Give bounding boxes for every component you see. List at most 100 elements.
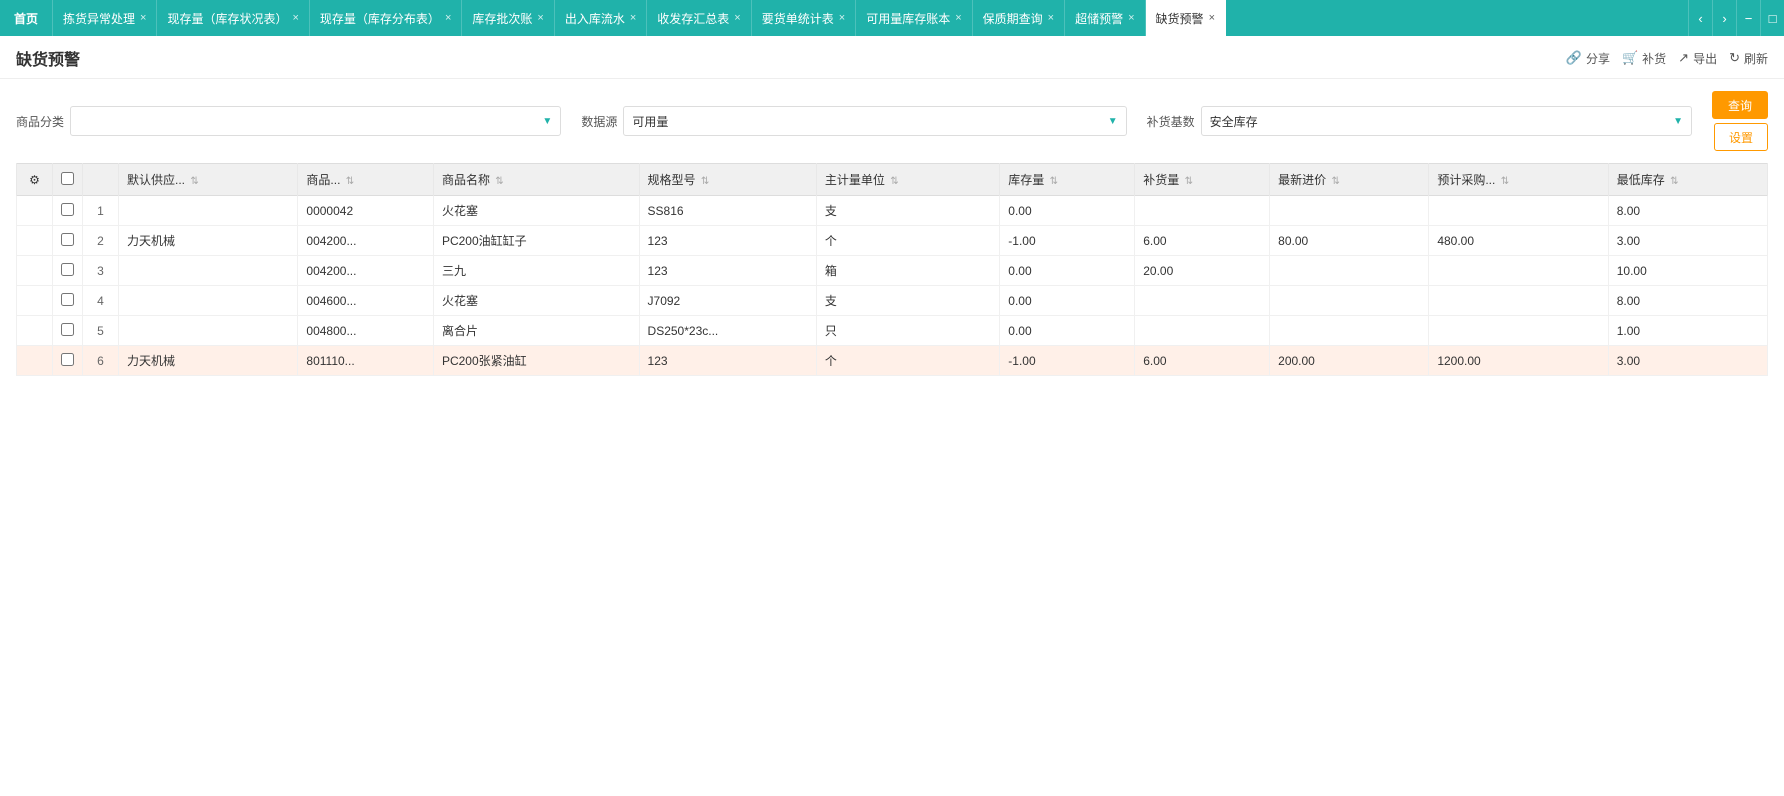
col-header-check[interactable] [53,164,83,196]
row-check-cell[interactable] [53,286,83,316]
refresh-button[interactable]: ↻ 刷新 [1729,50,1768,67]
row-stock-cell: 0.00 [1000,316,1135,346]
page-title: 缺货预警 [16,46,80,70]
query-button[interactable]: 查询 [1712,91,1768,119]
tab-10-label: 超储预警 [1075,10,1123,27]
row-replenish-cell: 20.00 [1135,256,1270,286]
tab-3-close[interactable]: × [445,12,451,24]
row-checkbox-5[interactable] [61,353,74,366]
tab-10[interactable]: 超储预警 × [1065,0,1145,36]
row-stock-cell: -1.00 [1000,226,1135,256]
replenish-button[interactable]: 🛒 补货 [1622,50,1666,67]
row-check-cell[interactable] [53,346,83,376]
table-row: 5 004800... 离合片 DS250*23c... 只 0.00 1.00 [17,316,1768,346]
share-button[interactable]: 🔗 分享 [1566,50,1610,67]
row-stock-cell: 0.00 [1000,196,1135,226]
export-icon: ↗ [1678,50,1689,66]
col-header-est-purchase[interactable]: 预计采购... ⇅ [1429,164,1608,196]
tab-home[interactable]: 首页 [0,0,53,36]
replenish-label: 补货 [1642,50,1666,67]
col-min-stock-label: 最低库存 [1617,173,1665,187]
col-header-min-stock[interactable]: 最低库存 ⇅ [1608,164,1767,196]
tab-8-close[interactable]: × [955,12,961,24]
settings-button[interactable]: 设置 [1714,123,1768,151]
tab-2-close[interactable]: × [292,12,298,24]
tab-prev-button[interactable]: ‹ [1688,0,1712,36]
col-header-stock[interactable]: 库存量 ⇅ [1000,164,1135,196]
row-latest-price-cell [1270,286,1429,316]
col-spec-label: 规格型号 [648,173,696,187]
tab-next-button[interactable]: › [1712,0,1736,36]
tab-9[interactable]: 保质期查询 × [973,0,1065,36]
tab-home-label: 首页 [14,10,38,27]
row-check-cell[interactable] [53,256,83,286]
table-row: 3 004200... 三九 123 箱 0.00 20.00 10.00 [17,256,1768,286]
table-row: 6 力天机械 801110... PC200张紧油缸 123 个 -1.00 6… [17,346,1768,376]
row-code-cell: 004600... [298,286,434,316]
tab-7[interactable]: 要货单统计表 × [752,0,856,36]
row-supplier-cell [119,286,298,316]
col-header-name[interactable]: 商品名称 ⇅ [433,164,639,196]
tab-4[interactable]: 库存批次账 × [462,0,554,36]
tab-1[interactable]: 拣货异常处理 × [53,0,157,36]
row-checkbox-0[interactable] [61,203,74,216]
row-spec-cell: J7092 [639,286,816,316]
filter-bar: 商品分类 ▼ 数据源 可用量 ▼ 补货基数 安全库存 ▼ 查询 设置 [0,79,1784,163]
tab-5[interactable]: 出入库流水 × [555,0,647,36]
row-code-cell: 801110... [298,346,434,376]
tab-11[interactable]: 缺货预警 × [1146,0,1226,36]
tab-8-label: 可用量库存账本 [866,10,950,27]
tab-6[interactable]: 收发存汇总表 × [647,0,751,36]
tab-5-close[interactable]: × [630,12,636,24]
row-name-cell: PC200张紧油缸 [433,346,639,376]
row-gear-cell [17,196,53,226]
col-supplier-label: 默认供应... [127,173,185,187]
tab-4-close[interactable]: × [537,12,543,24]
tab-minimize-button[interactable]: − [1736,0,1760,36]
tab-9-close[interactable]: × [1048,12,1054,24]
tab-7-close[interactable]: × [839,12,845,24]
tab-11-close[interactable]: × [1209,12,1215,24]
table-row: 4 004600... 火花塞 J7092 支 0.00 8.00 [17,286,1768,316]
row-est-purchase-cell: 480.00 [1429,226,1608,256]
row-spec-cell: 123 [639,346,816,376]
col-header-code[interactable]: 商品... ⇅ [298,164,434,196]
tab-11-label: 缺货预警 [1156,10,1204,27]
row-check-cell[interactable] [53,196,83,226]
tab-1-close[interactable]: × [140,12,146,24]
tab-7-label: 要货单统计表 [762,10,834,27]
row-check-cell[interactable] [53,316,83,346]
row-latest-price-cell: 200.00 [1270,346,1429,376]
row-checkbox-4[interactable] [61,323,74,336]
category-select[interactable]: ▼ [70,106,561,136]
tab-3[interactable]: 现存量（库存分布表） × [310,0,462,36]
tab-6-close[interactable]: × [734,12,740,24]
select-all-checkbox[interactable] [61,172,74,185]
tab-2[interactable]: 现存量（库存状况表） × [157,0,309,36]
row-check-cell[interactable] [53,226,83,256]
col-header-unit[interactable]: 主计量单位 ⇅ [816,164,999,196]
replenish-basis-select[interactable]: 安全库存 ▼ [1201,106,1692,136]
gear-icon: ⚙ [29,173,40,187]
row-checkbox-1[interactable] [61,233,74,246]
row-supplier-cell: 力天机械 [119,346,298,376]
row-spec-cell: 123 [639,256,816,286]
col-header-spec[interactable]: 规格型号 ⇅ [639,164,816,196]
tab-maximize-button[interactable]: □ [1760,0,1784,36]
tab-10-close[interactable]: × [1128,12,1134,24]
sort-name-icon: ⇅ [495,176,503,187]
row-checkbox-2[interactable] [61,263,74,276]
col-header-supplier[interactable]: 默认供应... ⇅ [119,164,298,196]
tab-8[interactable]: 可用量库存账本 × [856,0,972,36]
sort-code-icon: ⇅ [346,176,354,187]
sort-stock-icon: ⇅ [1050,176,1058,187]
col-header-replenish[interactable]: 补货量 ⇅ [1135,164,1270,196]
row-checkbox-3[interactable] [61,293,74,306]
col-name-label: 商品名称 [442,173,490,187]
col-header-gear[interactable]: ⚙ [17,164,53,196]
col-header-latest-price[interactable]: 最新进价 ⇅ [1270,164,1429,196]
sort-unit-icon: ⇅ [890,176,898,187]
row-latest-price-cell: 80.00 [1270,226,1429,256]
datasource-select[interactable]: 可用量 ▼ [623,106,1126,136]
export-button[interactable]: ↗ 导出 [1678,50,1717,67]
